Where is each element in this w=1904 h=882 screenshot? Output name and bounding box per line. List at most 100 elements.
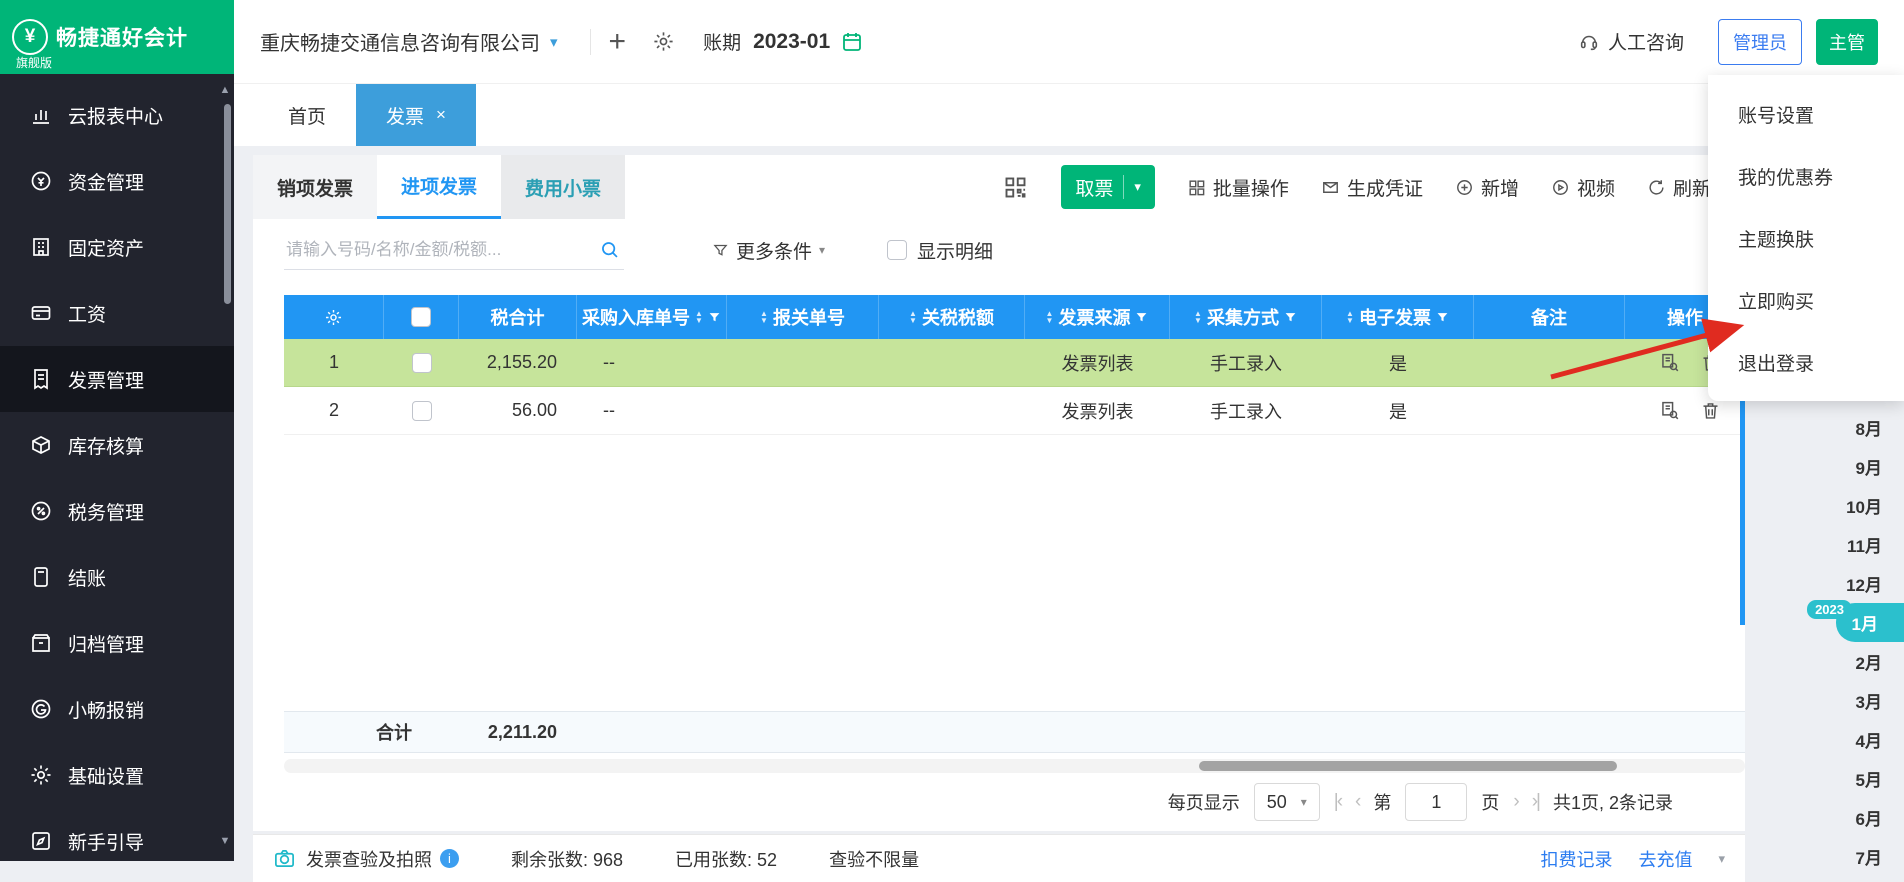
first-page-icon[interactable]: |‹ [1334, 791, 1343, 813]
month-item[interactable]: 2月 [1812, 642, 1904, 681]
preview-icon[interactable] [1659, 400, 1680, 421]
chevron-down-icon[interactable]: ▾ [1718, 851, 1725, 867]
header-source[interactable]: ▲ ▼ 发票来源 [1025, 295, 1170, 339]
sidebar-scroll-up-icon[interactable]: ▲ [218, 84, 232, 96]
filter-funnel-icon[interactable] [708, 311, 721, 324]
horizontal-scrollbar-track[interactable] [284, 759, 1745, 773]
refresh-button[interactable]: 刷新 [1647, 174, 1711, 201]
settings-gear-icon[interactable] [652, 30, 675, 53]
sort-icon[interactable]: ▲ ▼ [1046, 310, 1054, 325]
select-all-checkbox[interactable] [411, 307, 431, 327]
show-detail-toggle[interactable]: 显示明细 [887, 237, 993, 264]
month-item[interactable]: 4月 [1812, 720, 1904, 759]
next-page-icon[interactable]: › [1513, 791, 1519, 813]
prev-page-icon[interactable]: ‹ [1355, 791, 1361, 813]
menu-item-account-settings[interactable]: 账号设置 [1708, 83, 1904, 145]
cell-tax-total: 56.00 [511, 400, 557, 420]
row-checkbox[interactable] [411, 400, 432, 421]
search-input[interactable] [284, 230, 624, 270]
sort-icon[interactable]: ▲ ▼ [1346, 310, 1354, 325]
month-item[interactable]: 7月 [1812, 837, 1904, 876]
add-account-button[interactable]: + [609, 26, 627, 57]
human-consult-button[interactable]: 人工咨询 [1578, 28, 1684, 55]
header-customs-no[interactable]: ▲ ▼ 报关单号 [727, 295, 879, 339]
sidebar-item-funds[interactable]: 资金管理 [0, 148, 234, 214]
month-item[interactable]: 9月 [1812, 447, 1904, 486]
sidebar-item-inventory[interactable]: 库存核算 [0, 412, 234, 478]
cell-method: 手工录入 [1210, 401, 1282, 422]
period-value[interactable]: 2023-01 [753, 30, 830, 54]
table-row[interactable]: 2 56.00 -- 发票列表 手工录入 是 [284, 387, 1745, 435]
add-new-button[interactable]: 新增 [1455, 174, 1519, 201]
sidebar-item-archive[interactable]: 归档管理 [0, 610, 234, 676]
column-settings-gear-icon[interactable] [284, 295, 384, 339]
chevron-down-icon[interactable]: ▾ [550, 33, 558, 51]
sort-icon[interactable]: ▲ ▼ [1194, 310, 1202, 325]
month-item[interactable]: 3月 [1812, 681, 1904, 720]
video-button[interactable]: 视频 [1551, 174, 1615, 201]
sort-icon[interactable]: ▲ ▼ [760, 310, 768, 325]
sidebar-item-reimburse[interactable]: 小畅报销 [0, 676, 234, 742]
tab-home[interactable]: 首页 [258, 84, 356, 146]
per-page-select[interactable]: 50 ▾ [1253, 783, 1320, 821]
preview-icon[interactable] [1659, 352, 1680, 373]
header-remark[interactable]: 备注 [1474, 295, 1625, 339]
horizontal-scrollbar-thumb[interactable] [1199, 761, 1617, 771]
menu-item-my-coupons[interactable]: 我的优惠券 [1708, 145, 1904, 207]
batch-operations-button[interactable]: 批量操作 [1187, 174, 1289, 201]
month-item[interactable]: 6月 [1812, 798, 1904, 837]
sort-icon[interactable]: ▲ ▼ [909, 310, 917, 325]
row-checkbox[interactable] [411, 352, 432, 373]
recharge-link[interactable]: 去充值 [1638, 846, 1692, 872]
search-icon[interactable] [599, 239, 620, 260]
table-row[interactable]: 1 2,155.20 -- 发票列表 手工录入 是 [284, 339, 1745, 387]
supervisor-role-button[interactable]: 主管 [1816, 18, 1878, 65]
tab-invoice[interactable]: 发票 × [356, 84, 476, 146]
header-tax-total[interactable]: 税合计 [459, 295, 577, 339]
month-item[interactable]: 8月 [1812, 408, 1904, 447]
menu-item-buy-now[interactable]: 立即购买 [1708, 269, 1904, 331]
month-item[interactable]: 10月 [1812, 486, 1904, 525]
menu-item-theme-skin[interactable]: 主题换肤 [1708, 207, 1904, 269]
filter-funnel-icon[interactable] [1135, 311, 1148, 324]
subtab-purchase-invoice[interactable]: 进项发票 [377, 155, 502, 219]
month-item[interactable]: 11月 [1812, 525, 1904, 564]
month-item[interactable]: 12月 [1812, 564, 1904, 603]
sidebar-item-invoice[interactable]: 发票管理 [0, 346, 234, 412]
qr-scan-icon[interactable] [1002, 174, 1029, 201]
sidebar-scroll-down-icon[interactable]: ▼ [218, 835, 232, 847]
header-method[interactable]: ▲ ▼ 采集方式 [1170, 295, 1322, 339]
subtab-sales-invoice[interactable]: 销项发票 [253, 155, 377, 219]
sidebar-item-settings[interactable]: 基础设置 [0, 742, 234, 808]
admin-role-button[interactable]: 管理员 [1718, 18, 1802, 65]
filter-funnel-icon[interactable] [1284, 311, 1297, 324]
sidebar-item-fixed-assets[interactable]: 固定资产 [0, 214, 234, 280]
sidebar-item-closing[interactable]: 结账 [0, 544, 234, 610]
month-item[interactable]: 5月 [1812, 759, 1904, 798]
header-electronic[interactable]: ▲ ▼ 电子发票 [1322, 295, 1474, 339]
show-detail-checkbox[interactable] [887, 240, 908, 260]
page-number-input[interactable] [1405, 783, 1468, 821]
header-purchase-no[interactable]: 采购入库单号 ▲ ▼ [577, 295, 727, 339]
refresh-label: 刷新 [1672, 178, 1711, 200]
sidebar-item-salary[interactable]: 工资 [0, 280, 234, 346]
subtab-expense-receipt[interactable]: 费用小票 [501, 155, 626, 219]
header-tariff[interactable]: ▲ ▼ 关税税额 [879, 295, 1025, 339]
sidebar-scrollbar[interactable] [224, 104, 231, 304]
menu-item-logout[interactable]: 退出登录 [1708, 331, 1904, 393]
close-icon[interactable]: × [436, 105, 446, 125]
more-filters-button[interactable]: 更多条件 ▾ [712, 237, 825, 264]
info-icon[interactable]: i [440, 849, 459, 868]
company-selector[interactable]: 重庆畅捷交通信息咨询有限公司 [260, 27, 540, 56]
last-page-icon[interactable]: ›| [1532, 791, 1541, 813]
deduction-records-link[interactable]: 扣费记录 [1540, 846, 1612, 872]
filter-funnel-icon[interactable] [1436, 311, 1449, 324]
delete-icon[interactable] [1700, 400, 1721, 421]
generate-voucher-button[interactable]: 生成凭证 [1321, 174, 1423, 201]
calendar-icon[interactable] [840, 30, 864, 54]
get-invoice-button[interactable]: 取票 ▾ [1061, 165, 1155, 209]
sidebar-item-cloud-reports[interactable]: 云报表中心 [0, 82, 234, 148]
sort-icon[interactable]: ▲ ▼ [695, 310, 703, 325]
sidebar-item-tax[interactable]: 税务管理 [0, 478, 234, 544]
sidebar-item-guide[interactable]: 新手引导 [0, 808, 234, 874]
